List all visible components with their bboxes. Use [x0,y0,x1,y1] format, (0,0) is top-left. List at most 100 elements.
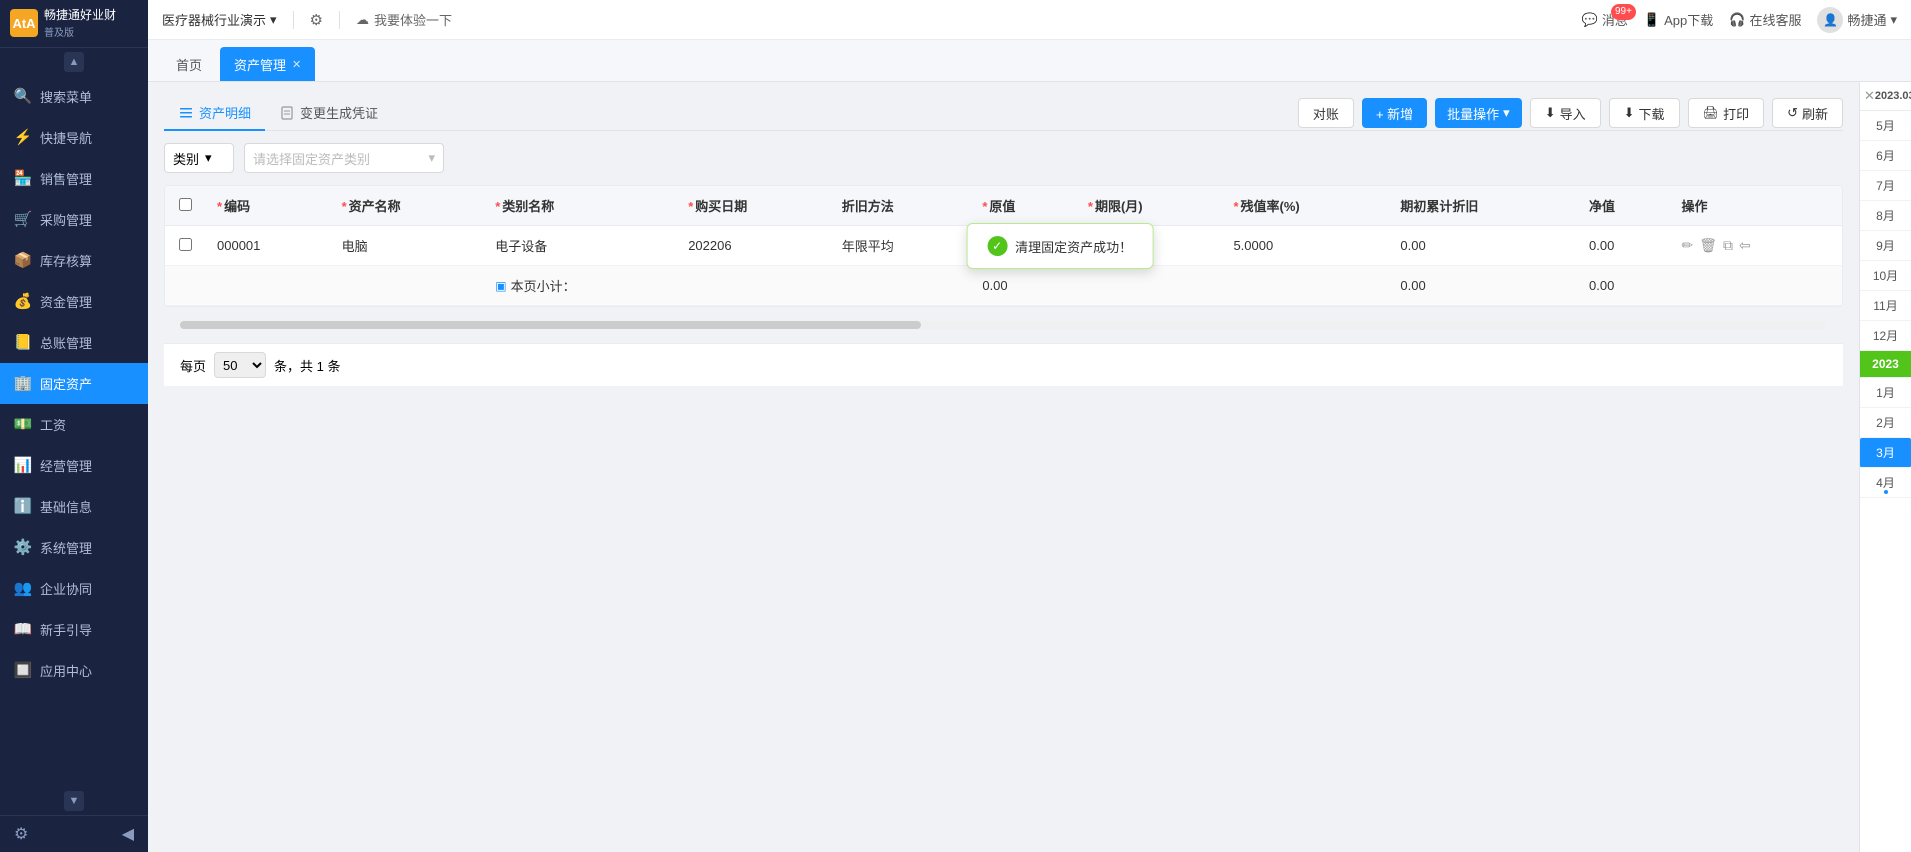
sidebar-menu: 🔍 搜索菜单 ⚡ 快捷导航 🏪 销售管理 🛒 采购管理 📦 库存核算 💰 资金管… [0,76,148,787]
settings-bottom-icon[interactable]: ⚙ [14,824,28,844]
user-profile[interactable]: 👤 畅捷通 ▾ [1817,7,1897,33]
tab-asset-label: 资产管理 [234,55,286,74]
lightning-icon: ⚡ [14,128,32,146]
total-count: 条，共 1 条 [274,356,340,375]
select-all-checkbox[interactable] [179,198,192,211]
tab-close-icon[interactable]: ✕ [292,58,301,71]
topbar-divider [293,11,294,29]
topbar: 医疗器械行业演示 ▾ ⚙ ☁ 我要体验一下 💬 消息 99+ 📱 App下载 🎧… [148,0,1911,40]
sidebar-item-label: 企业协同 [40,579,92,598]
sidebar-scroll-down[interactable]: ▼ [64,791,84,811]
row-checkbox[interactable] [179,238,192,251]
online-service-label: 在线客服 [1749,10,1801,29]
company-name: 医疗器械行业演示 [162,10,266,29]
month-item-11[interactable]: 11月 [1860,291,1911,321]
sidebar-item-fixed-assets[interactable]: 🏢 固定资产 [0,363,148,404]
sidebar-item-appcenter[interactable]: 🔲 应用中心 [0,650,148,691]
import-button[interactable]: ⬇ 导入 [1530,98,1601,128]
settings-icon[interactable]: ⚙ [310,11,323,29]
app-download-button[interactable]: 📱 App下载 [1644,10,1713,29]
search-icon: 🔍 [14,87,32,105]
subtotal-row: ▣ 本页小计： 0.00 0.00 0.00 [165,266,1842,306]
reconcile-button[interactable]: 对账 [1298,98,1354,128]
app-subtitle: 普及版 [44,24,116,39]
page-size-select[interactable]: 50 100 200 [214,352,266,378]
month-item-2[interactable]: 2月 [1860,408,1911,438]
category-filter[interactable]: 类别 ▾ [164,143,234,173]
month-item-8[interactable]: 8月 [1860,201,1911,231]
sidebar-item-operations[interactable]: 📊 经营管理 [0,445,148,486]
asset-category-select[interactable]: 请选择固定资产类别 ▾ [244,143,444,173]
month-item-9[interactable]: 9月 [1860,231,1911,261]
month-item-1[interactable]: 1月 [1860,378,1911,408]
sidebar-item-ledger[interactable]: 📒 总账管理 [0,322,148,363]
refresh-label: 刷新 [1802,104,1828,123]
refresh-button[interactable]: ↺ 刷新 [1772,98,1843,128]
online-service-button[interactable]: 🎧 在线客服 [1729,10,1801,29]
scroll-thumb[interactable] [180,321,921,329]
sidebar-item-label: 总账管理 [40,333,92,352]
sidebar-item-quicknav[interactable]: ⚡ 快捷导航 [0,117,148,158]
print-button[interactable]: 🖨 打印 [1688,98,1765,128]
sidebar-scroll-up[interactable]: ▲ [64,52,84,72]
download-button[interactable]: ⬇ 下载 [1609,98,1680,128]
right-panel-header: ✕ 2023.03 ⤢ [1860,82,1911,111]
row-code: 000001 [205,226,330,266]
subtotal-icon: ▣ [495,279,506,293]
batch-button[interactable]: 批量操作 ▾ [1435,98,1522,128]
edit-icon[interactable]: ✏ [1681,237,1693,254]
sidebar-item-purchase[interactable]: 🛒 采购管理 [0,199,148,240]
tab-asset-management[interactable]: 资产管理 ✕ [220,47,315,81]
new-button[interactable]: + 新增 [1362,98,1427,128]
sub-tab-asset-detail[interactable]: 资产明细 [164,96,265,131]
experience-cloud-icon: ☁ [356,12,369,28]
sub-tab-change-voucher[interactable]: 变更生成凭证 [265,96,392,131]
sidebar-item-enterprise[interactable]: 👥 企业协同 [0,568,148,609]
right-panel-close-icon[interactable]: ✕ [1864,88,1875,104]
delete-icon[interactable]: 🗑 [1699,237,1717,254]
sidebar-item-guide[interactable]: 📖 新手引导 [0,609,148,650]
month-item-5[interactable]: 5月 [1860,111,1911,141]
header-code: *编码 [205,186,330,226]
sidebar-item-label: 新手引导 [40,620,92,639]
collapse-icon[interactable]: ◀ [122,824,134,844]
sidebar-item-label: 基础信息 [40,497,92,516]
more-icon[interactable]: ⇦ [1739,237,1751,254]
sidebar-item-finance[interactable]: 💰 资金管理 [0,281,148,322]
sub-tab-change-voucher-label: 变更生成凭证 [300,103,378,122]
month-item-10[interactable]: 10月 [1860,261,1911,291]
category-filter-label: 类别 [173,149,199,168]
sidebar-item-salary[interactable]: 💵 工资 [0,404,148,445]
sidebar-item-search[interactable]: 🔍 搜索菜单 [0,76,148,117]
sidebar-item-basics[interactable]: ℹ️ 基础信息 [0,486,148,527]
import-label: 导入 [1560,104,1586,123]
page-size-label: 每页 [180,356,206,375]
row-purchase-date: 202206 [676,226,830,266]
header-purchase-date: *购买日期 [676,186,830,226]
messages-button[interactable]: 💬 消息 99+ [1582,10,1628,29]
company-selector[interactable]: 医疗器械行业演示 ▾ [162,10,277,29]
month-item-year-2023[interactable]: 2023 [1860,351,1911,378]
new-label: + 新增 [1376,104,1413,123]
toast-message: 清理固定资产成功！ [1015,237,1132,256]
row-checkbox-cell [165,226,205,266]
app-logo: AtA [10,9,38,37]
month-item-3-current[interactable]: 3月 [1860,438,1911,468]
filter-row: 类别 ▾ 请选择固定资产类别 ▾ [164,143,1843,173]
sidebar-item-inventory[interactable]: 📦 库存核算 [0,240,148,281]
month-item-12[interactable]: 12月 [1860,321,1911,351]
tab-home[interactable]: 首页 [162,47,216,81]
username: 畅捷通 [1847,10,1886,29]
sub-tab-asset-detail-label: 资产明细 [199,103,251,122]
experience-button[interactable]: ☁ 我要体验一下 [356,10,452,29]
copy-icon[interactable]: ⧉ [1723,237,1733,254]
sidebar-item-system[interactable]: ⚙️ 系统管理 [0,527,148,568]
month-item-7[interactable]: 7月 [1860,171,1911,201]
company-dropdown-icon: ▾ [270,12,277,28]
message-icon: 💬 [1582,12,1598,28]
subtotal-original-value: 0.00 [970,266,1076,306]
month-item-4[interactable]: 4月 [1860,468,1911,498]
sidebar-item-sales[interactable]: 🏪 销售管理 [0,158,148,199]
batch-dropdown-icon: ▾ [1503,105,1510,121]
month-item-6[interactable]: 6月 [1860,141,1911,171]
